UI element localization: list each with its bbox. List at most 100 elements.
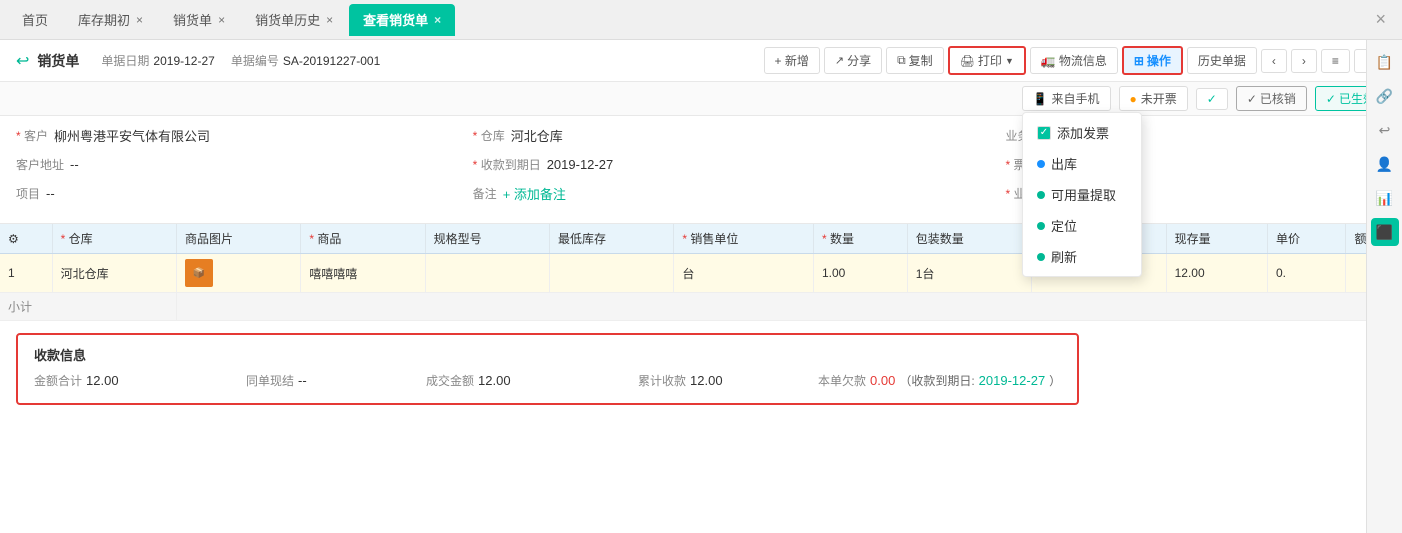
doc-number-value: SA-20191227-001 [283, 54, 380, 68]
sidebar-icon-6: ⬛ [1376, 224, 1393, 241]
share-button-label: 分享 [847, 52, 871, 69]
table-header-row: ⚙ * 仓库 商品图片 * 商品 规格型号 最低库存 * 销售单位 * 数量 包… [0, 224, 1402, 254]
cell-quantity: 1.00 [814, 254, 908, 293]
tab-inventory-init-label: 库存期初 [78, 10, 130, 29]
cell-unit-price: 0. [1268, 254, 1346, 293]
product-thumbnail: 📦 [185, 259, 213, 287]
tab-sales-history[interactable]: 销货单历史 × [241, 4, 347, 36]
check-icon-btn[interactable]: ✓ [1196, 88, 1228, 110]
tab-sales-order[interactable]: 销货单 × [159, 4, 239, 36]
tab-inventory-init[interactable]: 库存期初 × [64, 4, 157, 36]
history-button[interactable]: 历史单据 [1187, 47, 1257, 74]
refresh-label: 刷新 [1051, 247, 1077, 266]
subtotal-label: 小计 [0, 293, 176, 321]
cell-row-num: 1 [0, 254, 52, 293]
sidebar-icon-5: 📊 [1376, 190, 1393, 207]
table-row: 1 河北仓库 📦 嘻嘻嘻嘻 台 1.00 1台 [0, 254, 1402, 293]
ticket-icon: ● [1130, 92, 1137, 106]
new-button-label: + 新增 [775, 52, 809, 69]
dropdown-available-extract[interactable]: 可用量提取 [1023, 179, 1141, 210]
sidebar-icon-2: 🔗 [1376, 88, 1393, 105]
tab-sales-history-close[interactable]: × [326, 13, 333, 27]
sidebar-icon-4: 👤 [1376, 156, 1393, 173]
notes-field: 备注 + 添加备注 [473, 184, 854, 203]
view1-button[interactable]: ≡ [1321, 49, 1350, 73]
doc-date-field: 单据日期 2019-12-27 [101, 52, 214, 69]
form-row-3: 项目 -- 备注 + 添加备注 业务员盂 -- [16, 184, 1386, 203]
add-invoice-checkbox: ✓ [1037, 126, 1051, 140]
cell-spec [425, 254, 549, 293]
print-icon: 🖨 [960, 54, 975, 68]
dropdown-refresh[interactable]: 刷新 [1023, 241, 1141, 272]
print-button[interactable]: 🖨 打印 ▼ [948, 46, 1026, 75]
add-notes-button[interactable]: + 添加备注 [503, 184, 566, 203]
sidebar-btn-4[interactable]: 👤 [1371, 150, 1399, 178]
col-min-stock: 最低库存 [550, 224, 674, 254]
product-image-icon: 📦 [193, 268, 205, 279]
col-unit-price: 单价 [1268, 224, 1346, 254]
next-icon: › [1302, 54, 1306, 68]
tab-inventory-init-close[interactable]: × [136, 13, 143, 27]
sidebar-btn-5[interactable]: 📊 [1371, 184, 1399, 212]
doc-date-label: 单据日期 [101, 52, 149, 69]
tab-view-sales-close[interactable]: × [434, 13, 441, 27]
tab-sales-order-close[interactable]: × [218, 13, 225, 27]
logistics-icon: 🚛 [1041, 54, 1056, 68]
from-phone-button[interactable]: 📱 来自手机 [1022, 86, 1111, 111]
right-sidebar: 📋 🔗 ↩ 👤 📊 ⬛ [1366, 40, 1402, 533]
form-row-1: 客户 柳州粤港平安气体有限公司 仓库 河北仓库 业务员 演示账号 [16, 126, 1386, 145]
locate-label: 定位 [1051, 216, 1077, 235]
refresh-dot [1037, 253, 1045, 261]
cell-sales-unit: 台 [674, 254, 814, 293]
col-current-stock: 现存量 [1166, 224, 1267, 254]
tab-home[interactable]: 首页 [8, 4, 62, 36]
dropdown-locate[interactable]: 定位 [1023, 210, 1141, 241]
product-table-wrap: ⚙ * 仓库 商品图片 * 商品 规格型号 最低库存 * 销售单位 * 数量 包… [0, 223, 1402, 321]
new-button[interactable]: + 新增 [764, 47, 820, 74]
sidebar-btn-1[interactable]: 📋 [1371, 48, 1399, 76]
form-row-2: 客户地址 -- 收款到期日 2019-12-27 票据类型 不开票 [16, 155, 1386, 174]
operations-button-label: 操作 [1147, 52, 1171, 69]
prev-button[interactable]: ‹ [1261, 49, 1287, 73]
copy-button[interactable]: ⧉ 复制 [886, 47, 944, 74]
logistics-button[interactable]: 🚛 物流信息 [1030, 47, 1118, 74]
tab-sales-order-label: 销货单 [173, 10, 212, 29]
customer-label: 客户 [16, 127, 48, 144]
history-button-label: 历史单据 [1198, 52, 1246, 69]
col-quantity: * 数量 [814, 224, 908, 254]
print-dropdown-icon: ▼ [1005, 56, 1014, 66]
tab-sales-history-label: 销货单历史 [255, 10, 320, 29]
customer-field: 客户 柳州粤港平安气体有限公司 [16, 126, 397, 145]
locate-dot [1037, 222, 1045, 230]
next-button[interactable]: › [1291, 49, 1317, 73]
tab-view-sales[interactable]: 查看销货单 × [349, 4, 455, 36]
not-opened-button[interactable]: ● 未开票 [1119, 86, 1188, 111]
dropdown-add-invoice[interactable]: ✓ 添加发票 [1023, 117, 1141, 148]
sidebar-icon-1: 📋 [1376, 54, 1393, 71]
sidebar-btn-6[interactable]: ⬛ [1371, 218, 1399, 246]
share-button[interactable]: ↗ 分享 [824, 47, 882, 74]
sidebar-btn-3[interactable]: ↩ [1371, 116, 1399, 144]
window-close-button[interactable]: × [1367, 5, 1394, 34]
print-button-label: 打印 [978, 52, 1002, 69]
notes-label: 备注 [473, 185, 497, 202]
settings-icon: ⚙ [8, 232, 19, 246]
dropdown-outbound[interactable]: 出库 [1023, 148, 1141, 179]
due-date-field: 收款到期日 2019-12-27 [473, 156, 854, 173]
due-date-label: 收款到期日 [473, 156, 541, 173]
customer-value: 柳州粤港平安气体有限公司 [54, 126, 210, 145]
tab-bar: 首页 库存期初 × 销货单 × 销货单历史 × 查看销货单 × × [0, 0, 1402, 40]
operations-button[interactable]: ⊞ 操作 [1122, 46, 1183, 75]
check-icon: ✓ [1207, 92, 1217, 106]
effective-icon: ✓ [1326, 92, 1336, 106]
outbound-label: 出库 [1051, 154, 1077, 173]
sold-icon: ✓ [1247, 92, 1257, 106]
doc-meta: 单据日期 2019-12-27 单据编号 SA-20191227-001 [101, 52, 380, 69]
sidebar-icon-3: ↩ [1379, 122, 1391, 139]
col-settings[interactable]: ⚙ [0, 224, 52, 254]
collection-area: 收款信息 金额合计 12.00 同单现结 -- [0, 321, 1402, 413]
sidebar-btn-2[interactable]: 🔗 [1371, 82, 1399, 110]
form-area: 客户 柳州粤港平安气体有限公司 仓库 河北仓库 业务员 演示账号 客户地址 -- [0, 116, 1402, 223]
prev-icon: ‹ [1272, 54, 1276, 68]
col-spec: 规格型号 [425, 224, 549, 254]
